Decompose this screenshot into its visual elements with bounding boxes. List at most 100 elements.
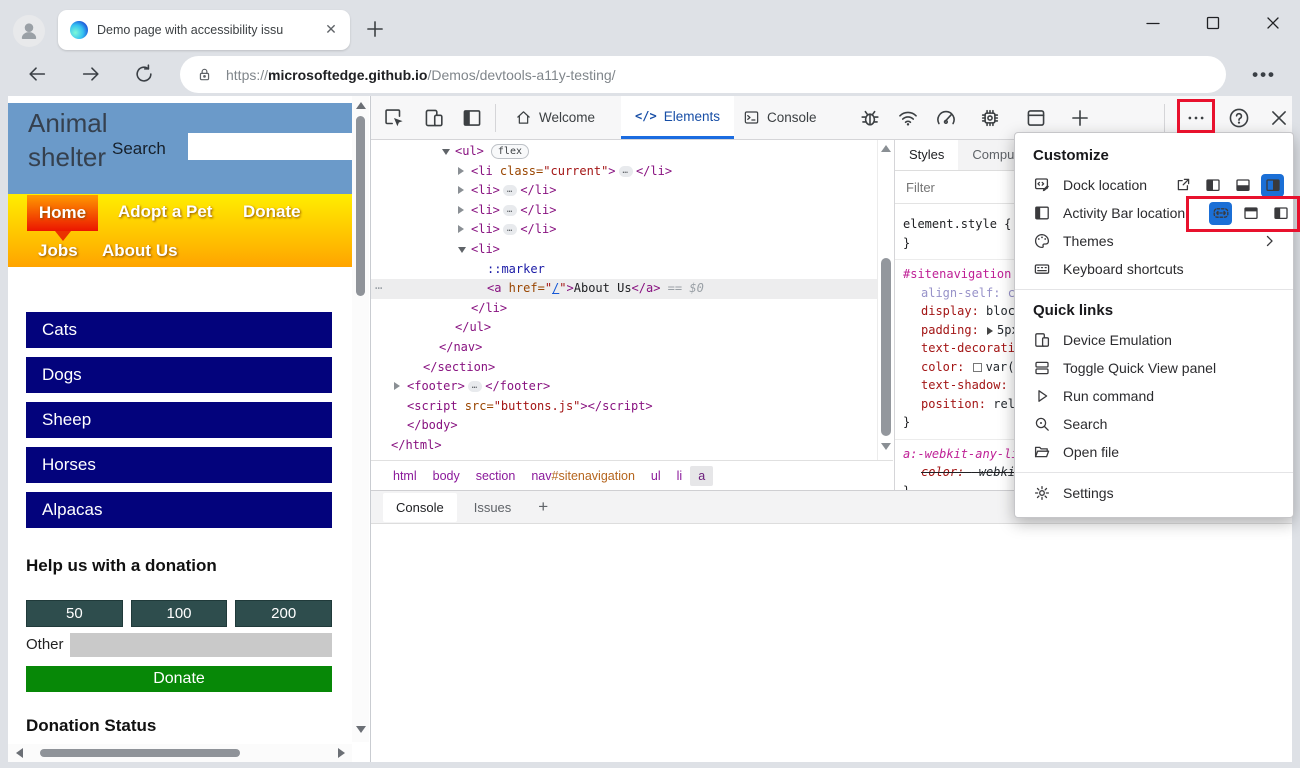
amount-button-50[interactable]: 50 xyxy=(26,600,123,627)
browser-menu-button[interactable]: ••• xyxy=(1252,65,1276,85)
inspect-element-icon[interactable] xyxy=(383,107,405,129)
category-button-cats[interactable]: Cats xyxy=(26,312,332,348)
back-button[interactable] xyxy=(26,63,48,85)
activity-bar-toggle-icon[interactable] xyxy=(461,107,483,129)
breadcrumb-item-ul[interactable]: ul xyxy=(643,466,669,486)
menu-item-search[interactable]: Search xyxy=(1015,410,1293,438)
elements-tree-row[interactable]: ::marker xyxy=(371,260,877,280)
donate-button[interactable]: Donate xyxy=(26,666,332,692)
amount-button-100[interactable]: 100 xyxy=(130,600,228,627)
nav-link-donate[interactable]: Donate xyxy=(243,202,301,222)
scroll-up-arrow[interactable] xyxy=(881,145,891,152)
menu-item-toggle-quick-view-panel[interactable]: Toggle Quick View panel xyxy=(1015,354,1293,382)
elements-tree-row[interactable]: ⋯ <a href="/">About Us</a> == $0 xyxy=(371,279,877,299)
elements-tree-row[interactable]: <li class="current">… </li> xyxy=(371,162,877,182)
expand-arrow-icon[interactable] xyxy=(394,382,400,391)
menu-item-device-emulation[interactable]: Device Emulation xyxy=(1015,326,1293,354)
bar-horizontal-option[interactable] xyxy=(1209,201,1233,225)
collapse-arrow-icon[interactable] xyxy=(458,246,466,253)
close-devtools-icon[interactable] xyxy=(1268,107,1290,129)
reload-button[interactable] xyxy=(133,63,155,85)
help-icon[interactable] xyxy=(1228,107,1250,129)
breadcrumb-item-a[interactable]: a xyxy=(690,465,714,486)
bar-top-option[interactable] xyxy=(1239,202,1262,225)
elements-tree-row[interactable]: </ul> xyxy=(371,318,877,338)
scroll-thumb[interactable] xyxy=(881,258,891,436)
nav-link-about[interactable]: About Us xyxy=(102,241,178,261)
lock-icon[interactable] xyxy=(196,66,213,83)
breadcrumb-item-html[interactable]: html xyxy=(385,466,425,486)
tree-scrollbar[interactable] xyxy=(877,140,893,460)
other-amount-input[interactable] xyxy=(70,633,332,657)
menu-item-settings[interactable]: Settings xyxy=(1015,479,1293,507)
memory-chip-icon[interactable] xyxy=(979,107,1001,129)
breadcrumb-item-section[interactable]: section xyxy=(468,466,524,486)
scroll-thumb[interactable] xyxy=(40,749,240,757)
browser-tab[interactable]: Demo page with accessibility issu ✕ xyxy=(58,10,350,50)
drawer-tab-issues[interactable]: Issues xyxy=(461,493,525,522)
scroll-down-arrow[interactable] xyxy=(881,443,891,450)
elements-tree-row[interactable]: <li>… </li> xyxy=(371,201,877,221)
expand-arrow-icon[interactable] xyxy=(458,166,464,175)
scroll-right-arrow[interactable] xyxy=(338,748,345,758)
customize-devtools-button[interactable] xyxy=(1185,107,1207,129)
breadcrumb-item-nav[interactable]: nav#sitenavigation xyxy=(523,466,643,486)
nav-link-adopt[interactable]: Adopt a Pet xyxy=(118,202,212,222)
undock-option[interactable] xyxy=(1171,174,1194,197)
forward-button[interactable] xyxy=(80,63,102,85)
close-window-button[interactable] xyxy=(1264,14,1282,32)
dock-bottom-option[interactable] xyxy=(1231,174,1254,197)
scroll-thumb[interactable] xyxy=(356,116,365,296)
collapse-arrow-icon[interactable] xyxy=(442,149,450,155)
row-options-icon[interactable]: ⋯ xyxy=(375,279,383,299)
elements-tree-row[interactable]: </body> xyxy=(371,416,877,436)
add-drawer-tab-button[interactable]: + xyxy=(528,497,558,517)
styles-sidebar-tab-styles[interactable]: Styles xyxy=(895,140,959,170)
menu-item-activity-bar-location[interactable]: Activity Bar location xyxy=(1015,199,1293,227)
dock-left-option[interactable] xyxy=(1201,174,1224,197)
new-tab-button[interactable] xyxy=(364,18,386,40)
address-bar[interactable]: https://microsoftedge.github.io/Demos/de… xyxy=(180,56,1226,93)
elements-tree-row[interactable]: </li> xyxy=(371,299,877,319)
amount-button-200[interactable]: 200 xyxy=(235,600,333,627)
elements-tree-row[interactable]: <li>… </li> xyxy=(371,220,877,240)
expand-arrow-icon[interactable] xyxy=(458,205,464,214)
maximize-button[interactable] xyxy=(1204,14,1222,32)
expand-arrow-icon[interactable] xyxy=(458,186,464,195)
elements-tree-row[interactable]: <ul> flex xyxy=(371,142,877,162)
more-tools-add-icon[interactable] xyxy=(1069,107,1091,129)
minimize-button[interactable] xyxy=(1144,14,1162,32)
drawer-tab-console[interactable]: Console xyxy=(383,492,457,522)
profile-avatar[interactable] xyxy=(13,15,45,47)
menu-item-open-file[interactable]: Open file xyxy=(1015,438,1293,466)
tab-close-icon[interactable]: ✕ xyxy=(322,21,340,39)
breadcrumb-item-li[interactable]: li xyxy=(669,466,691,486)
devtools-tab-elements[interactable]: </> Elements xyxy=(621,96,734,139)
devtools-tab-welcome[interactable]: Welcome xyxy=(501,96,609,139)
device-toolbar-icon[interactable] xyxy=(423,107,445,129)
page-horizontal-scrollbar[interactable] xyxy=(8,744,352,762)
search-input[interactable] xyxy=(188,133,352,160)
dock-right-option[interactable] xyxy=(1261,173,1285,197)
elements-tree-row[interactable]: <li>… </li> xyxy=(371,181,877,201)
layout-panel-icon[interactable] xyxy=(1025,107,1047,129)
elements-tree-row[interactable]: <footer>… </footer> xyxy=(371,377,877,397)
elements-tree-row[interactable]: </html> xyxy=(371,436,877,456)
devtools-tab-console[interactable]: Console xyxy=(729,96,831,139)
menu-item-dock-location[interactable]: Dock location xyxy=(1015,171,1293,199)
scroll-up-arrow[interactable] xyxy=(356,102,366,109)
nav-home-chip[interactable]: Home xyxy=(27,195,98,231)
debugger-bug-icon[interactable] xyxy=(859,107,881,129)
elements-tree-row[interactable]: <li> xyxy=(371,240,877,260)
expand-arrow-icon[interactable] xyxy=(458,225,464,234)
menu-item-run-command[interactable]: Run command xyxy=(1015,382,1293,410)
category-button-alpacas[interactable]: Alpacas xyxy=(26,492,332,528)
elements-tree-row[interactable]: <script src="buttons.js"></script> xyxy=(371,397,877,417)
network-conditions-icon[interactable] xyxy=(897,107,919,129)
scroll-down-arrow[interactable] xyxy=(356,726,366,733)
scroll-left-arrow[interactable] xyxy=(16,748,23,758)
category-button-horses[interactable]: Horses xyxy=(26,447,332,483)
category-button-dogs[interactable]: Dogs xyxy=(26,357,332,393)
bar-side-option[interactable] xyxy=(1269,202,1292,225)
menu-item-keyboard-shortcuts[interactable]: Keyboard shortcuts xyxy=(1015,255,1293,283)
